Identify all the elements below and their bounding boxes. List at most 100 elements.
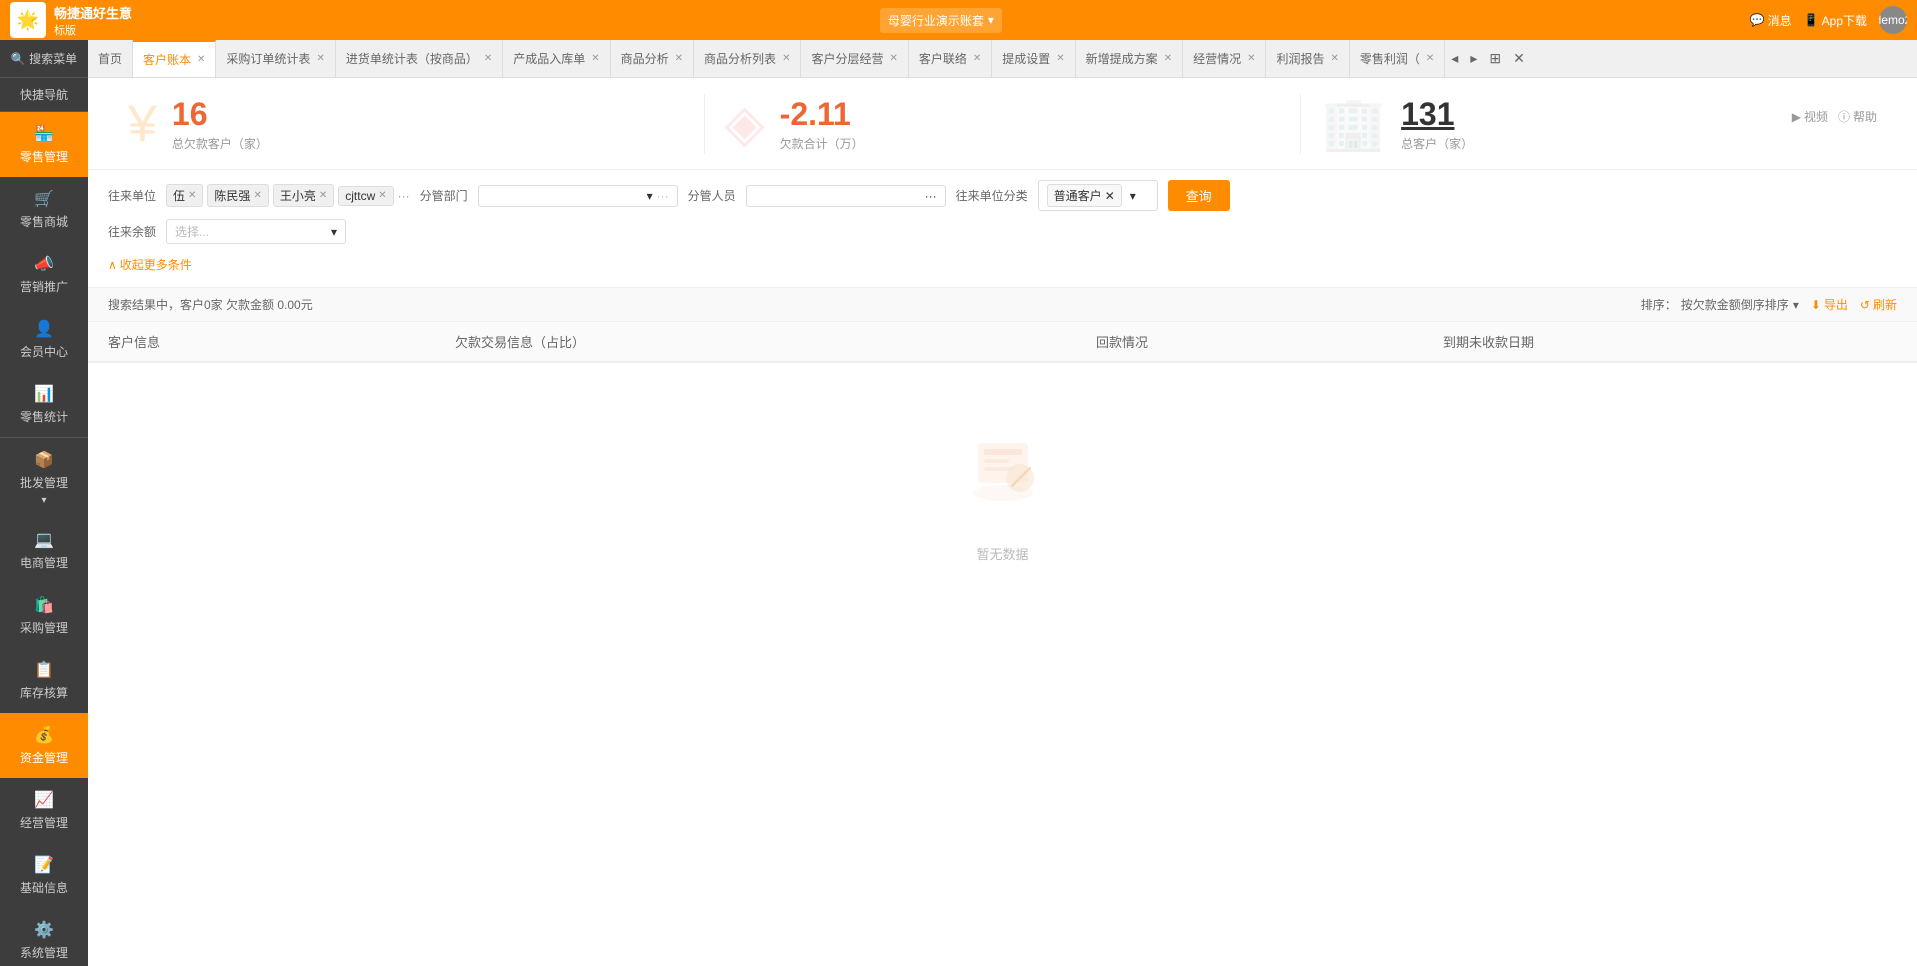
- app-icon: 📱: [1804, 13, 1819, 27]
- marketing-icon: 📣: [34, 254, 54, 274]
- tab-close-btn[interactable]: ✕: [1056, 53, 1064, 64]
- empty-icon: [958, 423, 1048, 532]
- sidebar-item-label: 资金管理: [20, 749, 68, 766]
- help-label: 帮助: [1853, 108, 1877, 125]
- video-help-btn[interactable]: ▶ 视频: [1792, 108, 1828, 125]
- tag-remove-btn[interactable]: ✕: [253, 190, 261, 201]
- tab-close-btn[interactable]: ✕: [1247, 53, 1255, 64]
- sidebar-item-label: 采购管理: [20, 619, 68, 636]
- unit-class-select[interactable]: 普通客户 ✕ ▾: [1038, 180, 1158, 211]
- help-doc-btn[interactable]: ⓘ 帮助: [1838, 108, 1877, 125]
- tab-expand[interactable]: ⊞: [1483, 50, 1507, 67]
- tab-business-situation[interactable]: 经营情况 ✕: [1183, 40, 1266, 78]
- refresh-icon: ↺: [1860, 298, 1870, 312]
- tab-customer-account[interactable]: 客户账本 ✕: [133, 40, 216, 78]
- sidebar-item-base-info[interactable]: 📝 基础信息: [0, 843, 88, 908]
- top-right: 💬 消息 📱 App下载 demo2: [1750, 6, 1907, 34]
- sidebar-item-member[interactable]: 👤 会员中心: [0, 307, 88, 372]
- result-bar: 搜索结果中，客户0家 欠款金额 0.00元 排序： 按欠款金额倒序排序 ▾ ⬇ …: [88, 288, 1917, 322]
- filter-tag-cjttcw[interactable]: cjttcw ✕: [338, 186, 393, 206]
- tab-retail-profit[interactable]: 零售利润（ ✕: [1350, 40, 1445, 78]
- retail-stats-icon: 📊: [34, 384, 54, 404]
- search-menu[interactable]: 🔍 搜索菜单: [0, 40, 88, 78]
- tab-close-btn[interactable]: ✕: [1331, 53, 1339, 64]
- collapse-btn[interactable]: ∧ 收起更多条件: [108, 256, 1897, 273]
- tab-close-btn[interactable]: ✕: [782, 53, 790, 64]
- quick-nav-label: 快捷导航: [20, 88, 68, 102]
- sidebar-item-operations[interactable]: 📈 经营管理: [0, 778, 88, 843]
- tab-close-btn[interactable]: ✕: [973, 53, 981, 64]
- sort-dropdown[interactable]: 排序： 按欠款金额倒序排序 ▾: [1641, 296, 1799, 313]
- filter-area: 往来单位 伍 ✕ 陈民强 ✕ 王小亮: [88, 170, 1917, 288]
- tab-label: 商品分析列表: [704, 50, 776, 67]
- sidebar-item-system[interactable]: ⚙️ 系统管理: [0, 908, 88, 966]
- dept-label: 分管部门: [420, 187, 468, 204]
- tab-product-analysis-list[interactable]: 商品分析列表 ✕: [694, 40, 801, 78]
- stat-debt-amount-label: 欠款合计（万）: [780, 135, 864, 152]
- tab-home[interactable]: 首页: [88, 40, 133, 78]
- tab-scroll-right[interactable]: ▸: [1464, 50, 1483, 67]
- person-select[interactable]: ···: [746, 185, 946, 207]
- tab-profit-report[interactable]: 利润报告 ✕: [1266, 40, 1349, 78]
- filter-tag-wang[interactable]: 王小亮 ✕: [273, 184, 334, 207]
- system-icon: ⚙️: [34, 920, 54, 940]
- avatar[interactable]: demo2: [1879, 6, 1907, 34]
- tab-product-stock[interactable]: 产成品入库单 ✕: [503, 40, 610, 78]
- sidebar-item-inventory[interactable]: 📋 库存核算: [0, 648, 88, 713]
- help-buttons: ▶ 视频 ⓘ 帮助: [1792, 108, 1877, 125]
- account-dropdown[interactable]: 母婴行业演示账套 ▾: [880, 8, 1002, 33]
- tab-close-btn[interactable]: ✕: [1164, 53, 1172, 64]
- tag-remove-btn[interactable]: ✕: [319, 190, 327, 201]
- sidebar-item-retail-stats[interactable]: 📊 零售统计: [0, 372, 88, 437]
- tab-close-btn[interactable]: ✕: [316, 53, 324, 64]
- tab-close-btn[interactable]: ✕: [484, 53, 492, 64]
- empty-state: 暂无数据: [88, 363, 1917, 623]
- tab-close-btn[interactable]: ✕: [197, 54, 205, 65]
- tab-product-analysis[interactable]: 商品分析 ✕: [611, 40, 694, 78]
- tab-close-all[interactable]: ✕: [1507, 50, 1531, 67]
- tab-label: 经营情况: [1193, 50, 1241, 67]
- tab-customer-layer[interactable]: 客户分层经营 ✕: [801, 40, 908, 78]
- sidebar-item-retail-mall[interactable]: 🛒 零售商城: [0, 177, 88, 242]
- chevron-down-icon: ▾: [988, 13, 994, 27]
- export-btn[interactable]: ⬇ 导出: [1811, 296, 1848, 313]
- tab-close-btn[interactable]: ✕: [889, 53, 897, 64]
- unit-class-tag[interactable]: 普通客户 ✕: [1047, 184, 1122, 207]
- tab-new-commission[interactable]: 新增提成方案 ✕: [1076, 40, 1183, 78]
- tab-purchase-order[interactable]: 采购订单统计表 ✕: [216, 40, 335, 78]
- tag-label: 王小亮: [280, 187, 316, 204]
- tab-close-btn[interactable]: ✕: [675, 53, 683, 64]
- tag-remove-btn[interactable]: ✕: [188, 190, 196, 201]
- unit-class-remove-btn[interactable]: ✕: [1105, 189, 1115, 203]
- tab-close-btn[interactable]: ✕: [1426, 53, 1434, 64]
- filter-tag-chen[interactable]: 陈民强 ✕: [207, 184, 268, 207]
- top-center: 母婴行业演示账套 ▾: [880, 8, 1002, 33]
- tab-label: 产成品入库单: [513, 50, 585, 67]
- dept-clear-btn[interactable]: ···: [657, 189, 669, 203]
- balance-select[interactable]: 选择... ▾: [166, 219, 346, 244]
- tab-commission-setting[interactable]: 提成设置 ✕: [992, 40, 1075, 78]
- tag-label: 陈民强: [214, 187, 250, 204]
- message-btn[interactable]: 💬 消息: [1750, 12, 1792, 29]
- sidebar-item-ecommerce[interactable]: 💻 电商管理: [0, 518, 88, 583]
- refresh-btn[interactable]: ↺ 刷新: [1860, 296, 1897, 313]
- sidebar-item-finance[interactable]: 💰 资金管理: [0, 713, 88, 778]
- app-download-btn[interactable]: 📱 App下载: [1804, 12, 1867, 29]
- tab-close-btn[interactable]: ✕: [591, 53, 599, 64]
- tab-customer-contact[interactable]: 客户联络 ✕: [909, 40, 992, 78]
- quick-nav[interactable]: 快捷导航: [0, 78, 88, 112]
- refresh-label: 刷新: [1873, 296, 1897, 313]
- sidebar-item-retail-mgmt[interactable]: 🏪 零售管理: [0, 112, 88, 177]
- unit-class-chevron-icon: ▾: [1130, 189, 1136, 203]
- sidebar-item-marketing[interactable]: 📣 营销推广: [0, 242, 88, 307]
- query-button[interactable]: 查询: [1168, 180, 1230, 211]
- filter-tag-wu[interactable]: 伍 ✕: [166, 184, 203, 207]
- tab-purchase-goods[interactable]: 进货单统计表（按商品） ✕: [336, 40, 503, 78]
- stat-icon-amount: ◈: [725, 94, 765, 154]
- filter-more-btn[interactable]: ···: [398, 189, 410, 203]
- sidebar-item-wholesale[interactable]: 📦 批发管理 ▾: [0, 438, 88, 518]
- tag-remove-btn[interactable]: ✕: [378, 190, 386, 201]
- tab-scroll-left[interactable]: ◂: [1445, 50, 1464, 67]
- dept-select[interactable]: ▾ ···: [478, 185, 678, 207]
- sidebar-item-purchase[interactable]: 🛍️ 采购管理: [0, 583, 88, 648]
